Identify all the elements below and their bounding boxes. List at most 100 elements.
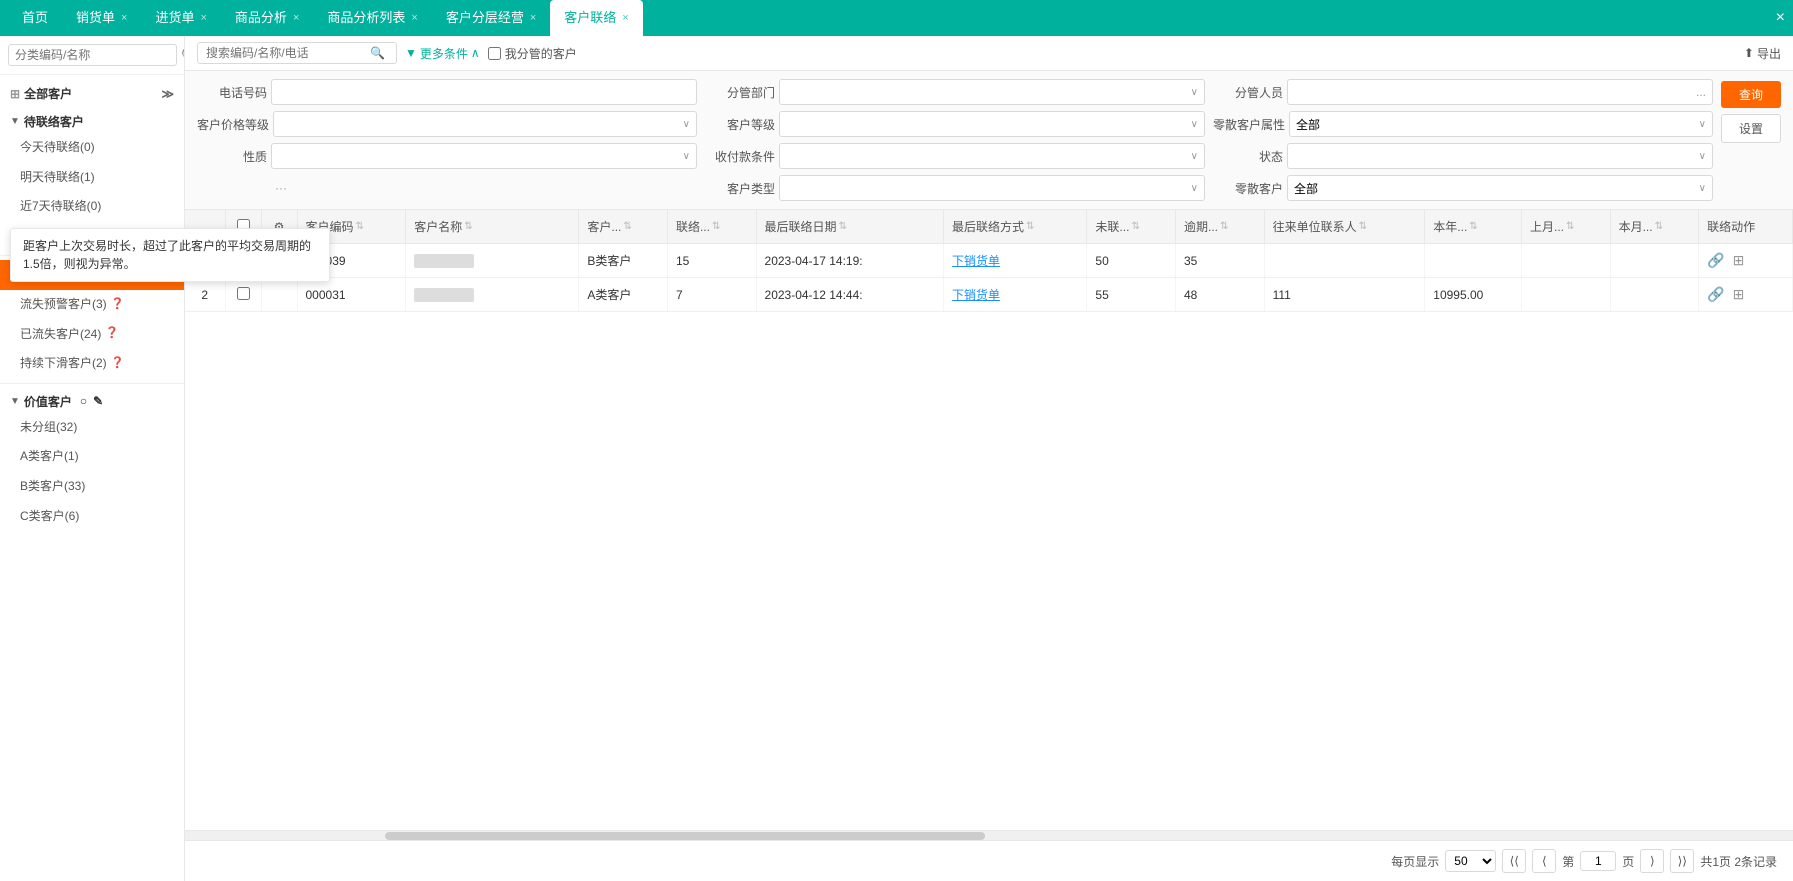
- customer-search-input[interactable]: [206, 46, 366, 60]
- nav-customer-tier[interactable]: 客户分层经营 ×: [432, 0, 550, 36]
- window-close-button[interactable]: ×: [1776, 9, 1785, 27]
- edit-icon[interactable]: ○: [80, 394, 87, 408]
- page-number-input[interactable]: [1580, 851, 1616, 871]
- sidebar-item-class-a[interactable]: A类客户(1): [0, 442, 184, 472]
- collapse-icon[interactable]: ≫: [161, 87, 174, 101]
- retail-attr-select[interactable]: 全部 ∨: [1289, 111, 1713, 137]
- chevron-up-icon: ∧: [471, 46, 480, 60]
- sidebar-item-class-b[interactable]: B类客户(33): [0, 472, 184, 502]
- close-customer-tier-icon[interactable]: ×: [530, 0, 536, 36]
- nav-product-analysis-list[interactable]: 商品分析列表 ×: [313, 0, 431, 36]
- sort-name-icon[interactable]: ⇅: [464, 221, 472, 232]
- scroll-thumb[interactable]: [385, 832, 985, 840]
- sort-contact-count-icon[interactable]: ⇅: [712, 221, 720, 232]
- prev-page-btn[interactable]: ⟨: [1532, 849, 1556, 873]
- more-filter-dots[interactable]: ···: [271, 181, 291, 195]
- th-action: 联络动作: [1699, 210, 1793, 244]
- close-customer-contact-icon[interactable]: ×: [622, 0, 628, 36]
- sort-date-icon[interactable]: ⇅: [839, 221, 847, 232]
- sidebar-item-7days[interactable]: 近7天待联络(0): [0, 192, 184, 222]
- sidebar-item-declining[interactable]: 持续下滑客户(2) ❓: [0, 349, 184, 379]
- sidebar-item-tomorrow[interactable]: 明天待联络(1): [0, 163, 184, 193]
- sort-type-icon[interactable]: ⇅: [623, 221, 631, 232]
- sidebar-all-customers[interactable]: ⊞ 全部客户 ≫: [0, 79, 184, 108]
- filter-dept: 分管部门 ∨: [705, 79, 1205, 105]
- grid-action-icon-1[interactable]: ⊞: [1733, 252, 1745, 269]
- price-level-select[interactable]: ∨: [273, 111, 697, 137]
- sort-no-contact-icon[interactable]: ⇅: [1131, 221, 1139, 232]
- export-button[interactable]: ⬆ 导出: [1744, 45, 1781, 62]
- cell-last-month-2: [1522, 278, 1611, 312]
- cell-code-2: 000031: [297, 278, 406, 312]
- cell-year-2: 10995.00: [1425, 278, 1522, 312]
- phone-input[interactable]: [271, 79, 697, 105]
- sidebar-item-loss-warning[interactable]: 流失预警客户(3) ❓: [0, 290, 184, 320]
- my-customers-checkbox[interactable]: [488, 47, 501, 60]
- settings-button[interactable]: 设置: [1721, 114, 1781, 143]
- edit-icon2[interactable]: ✎: [93, 394, 103, 408]
- table-row: 2 000031 A类客户: [185, 278, 1793, 312]
- person-dots[interactable]: ...: [1696, 85, 1706, 99]
- table-row: 1 000039 B类客户: [185, 244, 1793, 278]
- cell-this-month-2: [1610, 278, 1699, 312]
- filter-retail-attr: 零散客户属性 全部 ∨: [1213, 111, 1713, 137]
- sort-code-icon[interactable]: ⇅: [356, 221, 364, 232]
- grid-action-icon-2[interactable]: ⊞: [1733, 286, 1745, 303]
- my-customers-checkbox-area[interactable]: 我分管的客户: [488, 45, 577, 62]
- nav-home[interactable]: 首页: [8, 0, 62, 36]
- sidebar-group-pending[interactable]: ▼ 待联络客户: [0, 108, 184, 133]
- sidebar-group-value[interactable]: ▼ 价值客户 ○ ✎: [0, 388, 184, 413]
- filter-dots-item: ···: [197, 181, 697, 195]
- nav-sales-order[interactable]: 销货单 ×: [62, 0, 141, 36]
- nature-select[interactable]: ∨: [271, 143, 697, 169]
- triangle-icon2: ▼: [10, 396, 20, 407]
- status-select[interactable]: ∨: [1287, 143, 1713, 169]
- sort-year-icon[interactable]: ⇅: [1469, 221, 1477, 232]
- horizontal-scrollbar[interactable]: [185, 830, 1793, 840]
- person-input[interactable]: ...: [1287, 79, 1713, 105]
- close-product-analysis-list-icon[interactable]: ×: [411, 0, 417, 36]
- close-product-analysis-icon[interactable]: ×: [293, 0, 299, 36]
- sidebar-item-today[interactable]: 今天待联络(0): [0, 133, 184, 163]
- filter-row-2: 客户价格等级 ∨ 客户等级 ∨: [197, 111, 1713, 137]
- sort-last-month-icon[interactable]: ⇅: [1566, 221, 1574, 232]
- first-page-btn[interactable]: ⟨⟨: [1502, 849, 1526, 873]
- row-checkbox-2[interactable]: [237, 287, 250, 300]
- sidebar-search-area: 🔍: [0, 36, 184, 75]
- filter-phone: 电话号码: [197, 79, 697, 105]
- link-action-icon-2[interactable]: 🔗: [1707, 286, 1724, 303]
- sidebar-item-class-c[interactable]: C类客户(6): [0, 502, 184, 532]
- grid-icon: ⊞: [10, 87, 20, 101]
- nav-purchase-order[interactable]: 进货单 ×: [141, 0, 220, 36]
- content-area: 🔍 ▼ 更多条件 ∧ 我分管的客户 ⬆ 导出: [185, 36, 1793, 881]
- link-action-icon-1[interactable]: 🔗: [1707, 252, 1724, 269]
- next-page-btn[interactable]: ⟩: [1640, 849, 1664, 873]
- nav-product-analysis[interactable]: 商品分析 ×: [221, 0, 313, 36]
- nav-customer-contact[interactable]: 客户联络 ×: [550, 0, 642, 36]
- retail-customer-select[interactable]: 全部 ∨: [1287, 175, 1713, 201]
- sort-overdue-icon[interactable]: ⇅: [1220, 221, 1228, 232]
- payment-select[interactable]: ∨: [779, 143, 1205, 169]
- sort-this-month-icon[interactable]: ⇅: [1655, 221, 1663, 232]
- cell-settings-2: [261, 278, 297, 312]
- cell-contact-count-2: 7: [667, 278, 756, 312]
- last-page-btn[interactable]: ⟩⟩: [1670, 849, 1694, 873]
- close-sales-order-icon[interactable]: ×: [121, 0, 127, 36]
- sidebar-item-ungroup[interactable]: 未分组(32): [0, 413, 184, 443]
- search-box: 🔍: [197, 42, 397, 64]
- dept-select[interactable]: ∨: [779, 79, 1205, 105]
- customer-search-icon[interactable]: 🔍: [370, 46, 385, 60]
- sort-method-icon[interactable]: ⇅: [1026, 221, 1034, 232]
- cell-check-2[interactable]: [225, 278, 261, 312]
- cell-method-2: 下销货单: [944, 278, 1087, 312]
- cell-overdue-1: 35: [1176, 244, 1265, 278]
- sidebar-item-lost[interactable]: 已流失客户(24) ❓: [0, 320, 184, 350]
- customer-type-select[interactable]: ∨: [779, 175, 1205, 201]
- more-conditions-btn[interactable]: ▼ 更多条件 ∧: [405, 45, 480, 62]
- sort-person-icon[interactable]: ⇅: [1359, 221, 1367, 232]
- sidebar-search-input[interactable]: [8, 44, 177, 66]
- close-purchase-order-icon[interactable]: ×: [200, 0, 206, 36]
- customer-level-select[interactable]: ∨: [779, 111, 1205, 137]
- per-page-select[interactable]: 50 100 200: [1445, 850, 1496, 872]
- query-button[interactable]: 查询: [1721, 81, 1781, 108]
